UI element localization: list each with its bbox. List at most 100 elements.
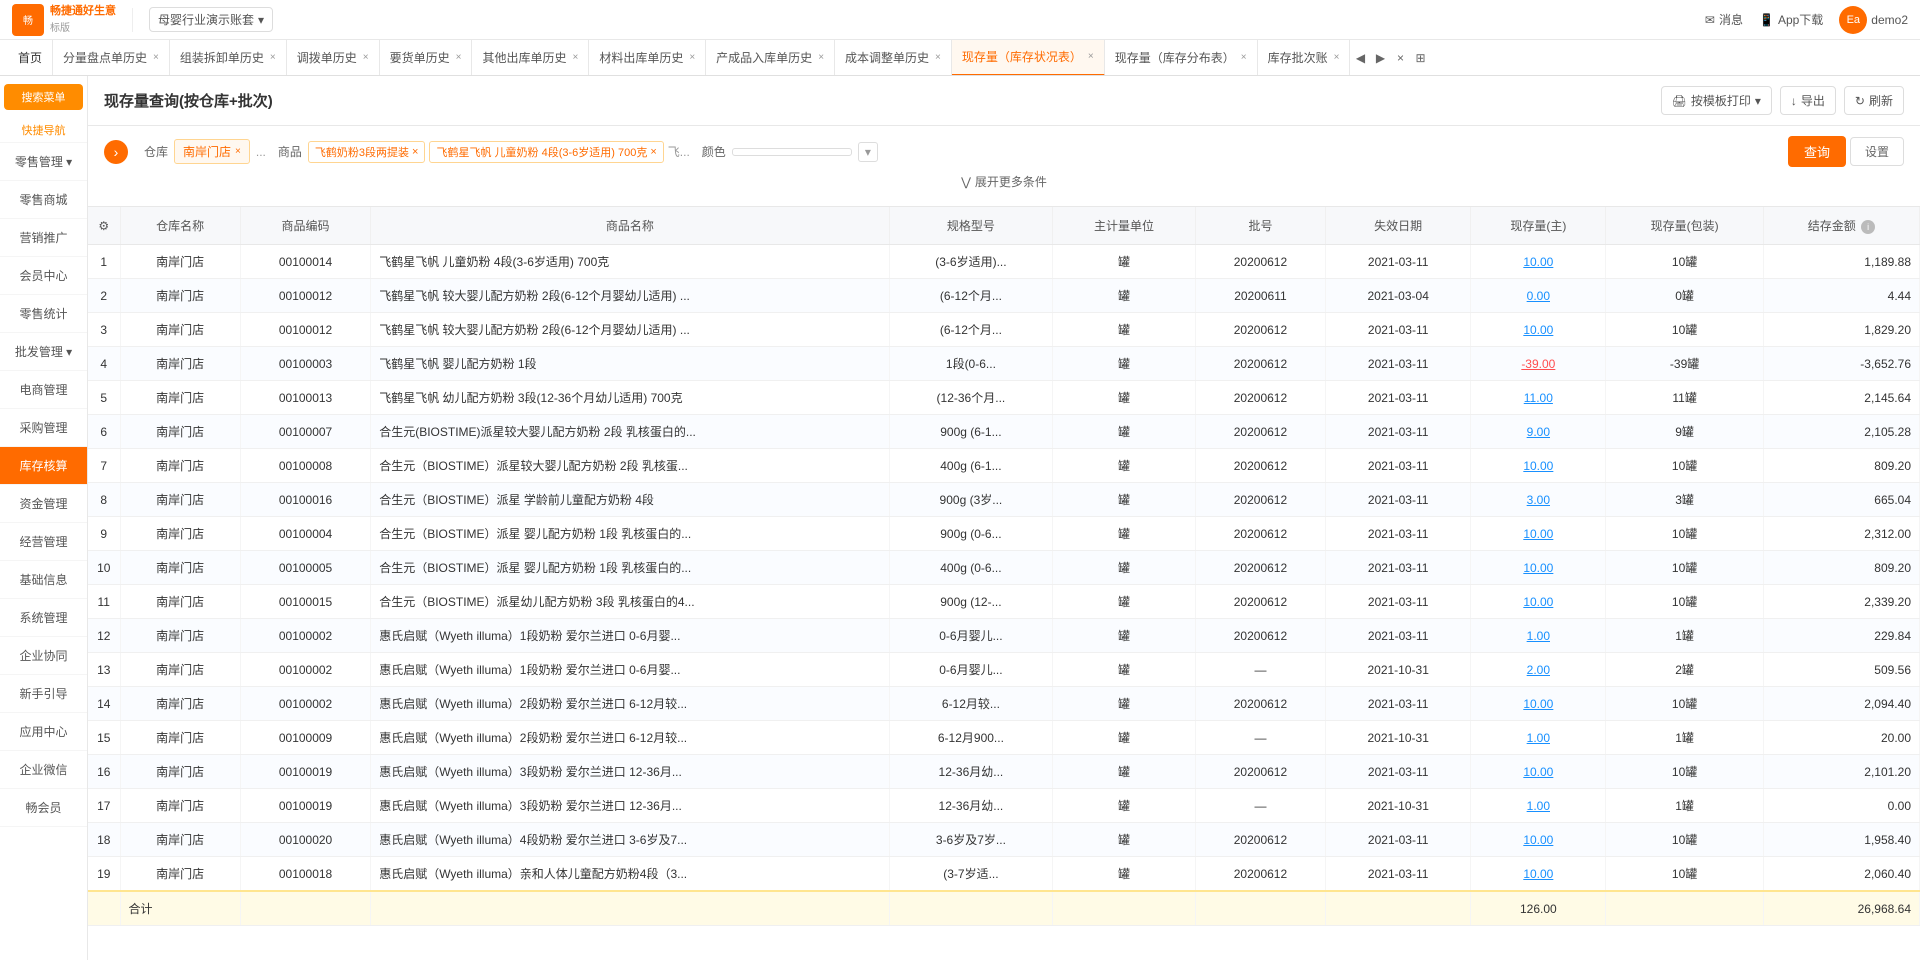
warehouse-more[interactable]: ... [256, 145, 266, 159]
col-batch: 批号 [1195, 207, 1325, 245]
row-qty-main[interactable]: 3.00 [1471, 483, 1606, 517]
color-dropdown-button[interactable]: ▾ [858, 142, 878, 162]
row-code: 00100002 [240, 687, 370, 721]
sidebar-item-member2[interactable]: 畅会员 [0, 789, 87, 827]
refresh-button[interactable]: ↻ 刷新 [1844, 86, 1904, 115]
row-qty-main[interactable]: 10.00 [1471, 313, 1606, 347]
sidebar-item-base[interactable]: 基础信息 [0, 561, 87, 599]
sidebar-item-wholesale[interactable]: 批发管理 ▾ [0, 333, 87, 371]
row-qty-main[interactable]: 10.00 [1471, 857, 1606, 892]
row-qty-main[interactable]: 1.00 [1471, 619, 1606, 653]
search-menu-button[interactable]: 搜索菜单 [4, 84, 83, 110]
color-input[interactable] [732, 148, 852, 156]
close-icon[interactable]: × [689, 52, 695, 63]
query-button[interactable]: 查询 [1788, 136, 1846, 167]
product-tag-0-remove[interactable]: × [412, 146, 418, 158]
row-expire: 2021-03-11 [1326, 347, 1471, 381]
row-name: 飞鹤星飞帆 幼儿配方奶粉 3段(12-36个月幼儿适用) 700克 [371, 381, 889, 415]
tabs-close-button[interactable]: × [1390, 40, 1410, 76]
close-icon[interactable]: × [572, 52, 578, 63]
sidebar-item-retail[interactable]: 零售管理 ▾ [0, 143, 87, 181]
tab-stock-dist[interactable]: 现存量（库存分布表） × [1105, 40, 1258, 76]
close-icon[interactable]: × [153, 52, 159, 63]
export-button[interactable]: ↓ 导出 [1780, 86, 1836, 115]
col-settings[interactable]: ⚙ [88, 207, 120, 245]
settings-button[interactable]: 设置 [1850, 137, 1904, 166]
sidebar-item-guide[interactable]: 新手引导 [0, 675, 87, 713]
row-unit: 罐 [1053, 381, 1196, 415]
close-icon[interactable]: × [1088, 51, 1094, 62]
row-qty-main[interactable]: 2.00 [1471, 653, 1606, 687]
account-selector[interactable]: 母婴行业演示账套 ▾ [149, 7, 273, 32]
tab-stock-status[interactable]: 现存量（库存状况表） × [952, 40, 1105, 76]
tab-split-inventory[interactable]: 分量盘点单历史 × [53, 40, 170, 76]
advance-filter-button[interactable]: › [104, 140, 128, 164]
tab-other-out[interactable]: 其他出库单历史 × [472, 40, 589, 76]
sidebar-item-inventory[interactable]: 库存核算 [0, 447, 87, 485]
row-qty-main[interactable]: 10.00 [1471, 687, 1606, 721]
tabs-prev-button[interactable]: ◀ [1350, 40, 1370, 76]
row-batch: — [1195, 789, 1325, 823]
tab-material-out[interactable]: 材料出库单历史 × [589, 40, 706, 76]
app-download-button[interactable]: 📱 App下载 [1759, 11, 1823, 28]
tabs-next-button[interactable]: ▶ [1370, 40, 1390, 76]
row-qty-main[interactable]: 11.00 [1471, 381, 1606, 415]
sidebar-item-member[interactable]: 会员中心 [0, 257, 87, 295]
warehouse-remove-button[interactable]: × [235, 146, 241, 157]
sidebar-item-finance[interactable]: 资金管理 [0, 485, 87, 523]
tabs-menu-button[interactable]: ⊞ [1410, 40, 1430, 76]
close-icon[interactable]: × [935, 52, 941, 63]
close-icon[interactable]: × [363, 52, 369, 63]
sidebar-item-ecommerce[interactable]: 电商管理 [0, 371, 87, 409]
product-tags: 飞鹤奶粉3段两提装 × 飞鹤星飞帆 儿童奶粉 4段(3-6岁适用) 700克 ×… [308, 141, 690, 163]
tab-product-in[interactable]: 产成品入库单历史 × [706, 40, 835, 76]
row-qty-main[interactable]: 10.00 [1471, 551, 1606, 585]
row-qty-main[interactable]: 9.00 [1471, 415, 1606, 449]
sidebar-item-retail-shop[interactable]: 零售商城 [0, 181, 87, 219]
close-icon[interactable]: × [1334, 52, 1340, 63]
close-icon[interactable]: × [1241, 52, 1247, 63]
product-more[interactable]: 飞... [668, 143, 690, 160]
row-qty-main[interactable]: 10.00 [1471, 755, 1606, 789]
sidebar-item-system[interactable]: 系统管理 [0, 599, 87, 637]
sidebar-item-purchase[interactable]: 采购管理 [0, 409, 87, 447]
row-qty-main[interactable]: 10.00 [1471, 585, 1606, 619]
tab-requisition[interactable]: 要货单历史 × [380, 40, 473, 76]
close-icon[interactable]: × [270, 52, 276, 63]
table-row: 2 南岸门店 00100012 飞鹤星飞帆 较大婴儿配方奶粉 2段(6-12个月… [88, 279, 1920, 313]
row-qty-main[interactable]: 10.00 [1471, 245, 1606, 279]
close-icon[interactable]: × [456, 52, 462, 63]
sidebar-item-marketing[interactable]: 营销推广 [0, 219, 87, 257]
close-icon[interactable]: × [818, 52, 824, 63]
print-button[interactable]: 🖨 按模板打印 ▾ [1661, 86, 1772, 115]
sidebar-item-enterprise[interactable]: 企业协同 [0, 637, 87, 675]
row-qty-main[interactable]: 0.00 [1471, 279, 1606, 313]
row-qty-main[interactable]: 10.00 [1471, 823, 1606, 857]
quick-nav-button[interactable]: 快捷导航 [0, 118, 87, 143]
row-spec: 900g (12-... [889, 585, 1053, 619]
row-name: 惠氏启赋（Wyeth illuma）2段奶粉 爱尔兰进口 6-12月较... [371, 687, 889, 721]
row-qty-main[interactable]: 1.00 [1471, 721, 1606, 755]
expand-conditions-button[interactable]: ⋁ 展开更多条件 [961, 173, 1047, 190]
user-avatar[interactable]: Ea demo2 [1839, 6, 1908, 34]
row-qty-main[interactable]: 10.00 [1471, 449, 1606, 483]
tab-batch-ledger[interactable]: 库存批次账 × [1258, 40, 1351, 76]
tab-mix[interactable]: 调拨单历史 × [287, 40, 380, 76]
row-qty-main[interactable]: 1.00 [1471, 789, 1606, 823]
sidebar-item-stats[interactable]: 零售统计 [0, 295, 87, 333]
sidebar-item-wechat[interactable]: 企业微信 [0, 751, 87, 789]
sidebar-item-apps[interactable]: 应用中心 [0, 713, 87, 751]
sidebar-item-business[interactable]: 经营管理 [0, 523, 87, 561]
message-button[interactable]: ✉ 消息 [1705, 11, 1743, 28]
row-warehouse: 南岸门店 [120, 857, 240, 892]
amount-info-icon[interactable]: i [1861, 220, 1875, 234]
product-tag-1-remove[interactable]: × [650, 146, 656, 158]
row-name: 合生元（BIOSTIME）派星 婴儿配方奶粉 1段 乳核蛋白的... [371, 551, 889, 585]
tab-home[interactable]: 首页 [8, 40, 53, 76]
tab-disassembly[interactable]: 组装拆卸单历史 × [170, 40, 287, 76]
chevron-down-icon: ▾ [1755, 94, 1761, 108]
row-qty-main[interactable]: -39.00 [1471, 347, 1606, 381]
row-qty-main[interactable]: 10.00 [1471, 517, 1606, 551]
col-qty-main: 现存量(主) [1471, 207, 1606, 245]
tab-cost-adj[interactable]: 成本调整单历史 × [835, 40, 952, 76]
